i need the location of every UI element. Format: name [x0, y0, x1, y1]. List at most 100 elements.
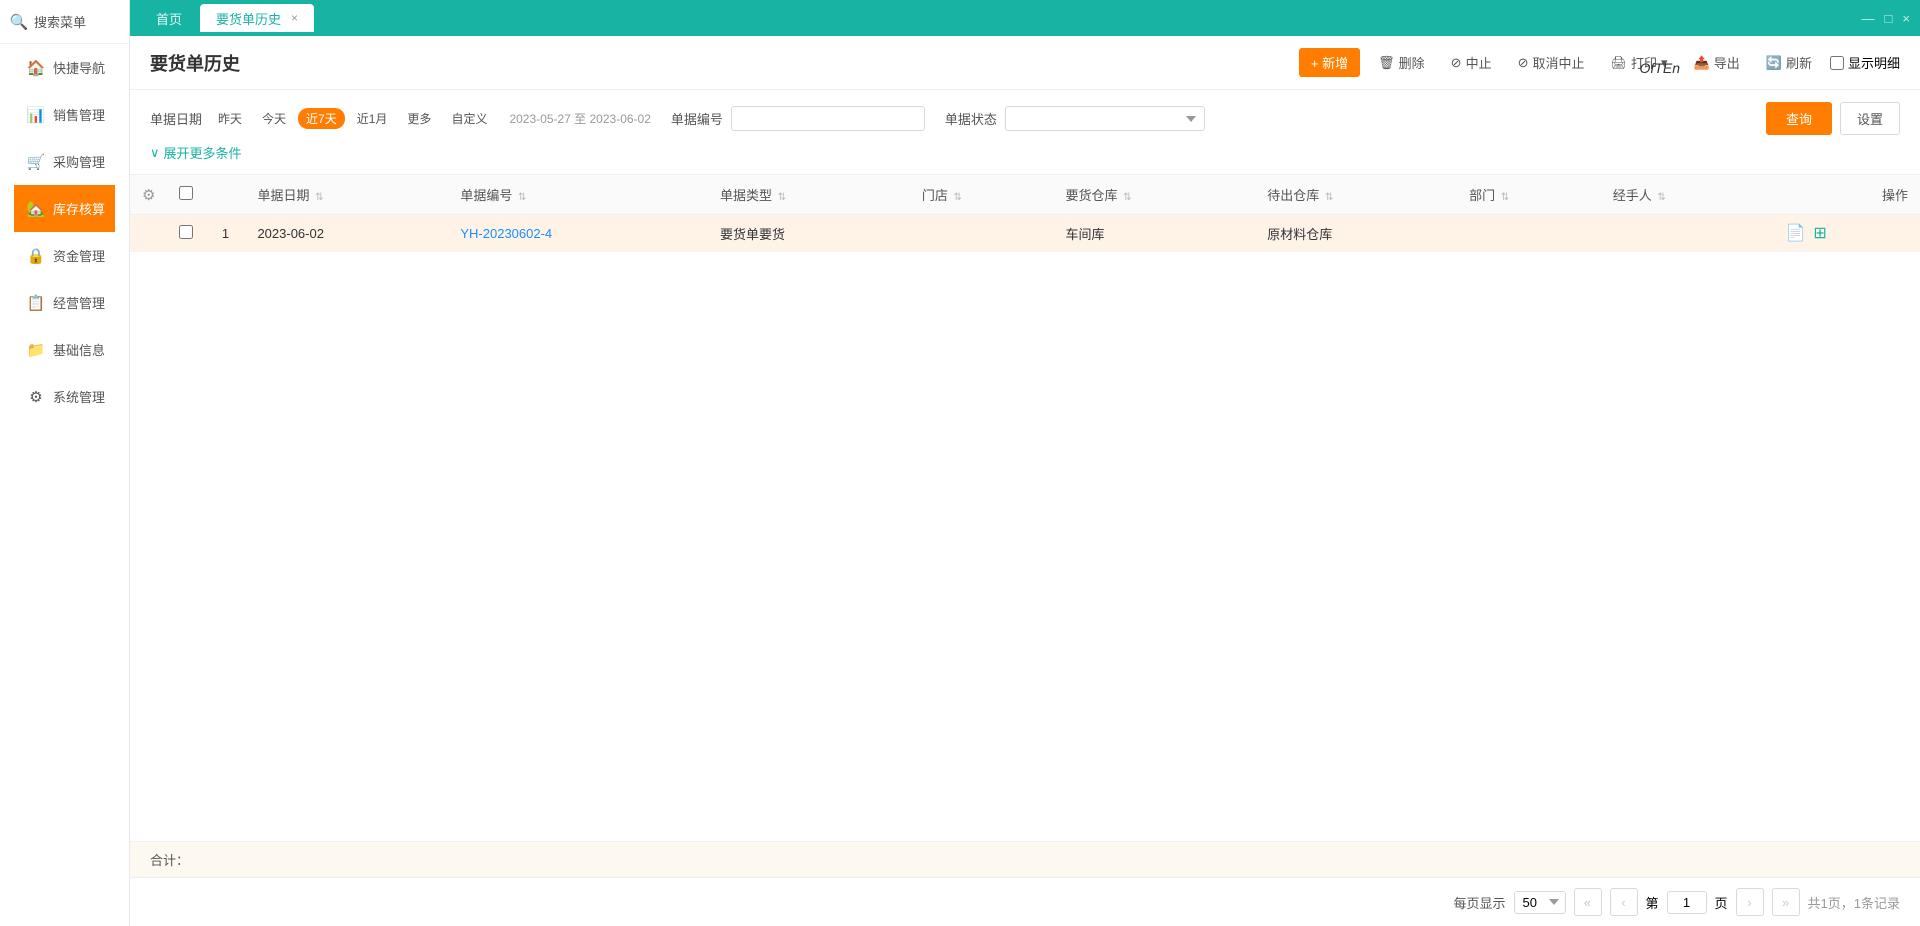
- date-shortcut-更多[interactable]: 更多: [399, 108, 439, 129]
- show-detail-checkbox[interactable]: [1830, 56, 1844, 70]
- col-type-label: 单据类型: [720, 188, 772, 203]
- row-edit-btn-0[interactable]: 📄: [1785, 223, 1805, 243]
- select-all-checkbox[interactable]: [179, 186, 193, 200]
- sidebar-item-quick-nav[interactable]: 🏠快捷导航: [14, 44, 115, 91]
- sidebar-label-purchase: 采购管理: [53, 152, 105, 171]
- sidebar-item-finance[interactable]: 🔒资金管理: [14, 232, 115, 279]
- stop-icon: ⊘: [1451, 55, 1462, 71]
- sidebar-label-basic: 基础信息: [53, 340, 105, 359]
- row-store-0: [910, 215, 1054, 252]
- col-type-header[interactable]: 单据类型 ⇅: [708, 175, 910, 215]
- sort-orderno-icon: ⇅: [518, 192, 526, 203]
- sidebar-item-system[interactable]: ⚙系统管理: [14, 373, 115, 420]
- col-req-warehouse-label: 要货仓库: [1065, 188, 1117, 203]
- col-req-warehouse-header[interactable]: 要货仓库 ⇅: [1053, 175, 1255, 215]
- sidebar-item-basic[interactable]: 📁 基础信息: [14, 326, 115, 373]
- sidebar-label-operations: 经营管理: [53, 293, 105, 312]
- table-settings-icon[interactable]: ⚙: [142, 187, 155, 204]
- pagination-bar: 每页显示 2050100200 « ‹ 第 1 页 › » 共1页，1条记录: [130, 877, 1920, 926]
- row-date-0: 2023-06-02: [245, 215, 448, 252]
- data-table: ⚙ 单据日期 ⇅ 单据编号: [130, 175, 1920, 252]
- table-header-row: ⚙ 单据日期 ⇅ 单据编号: [130, 175, 1920, 215]
- sort-handler-icon: ⇅: [1657, 192, 1665, 203]
- row-checkbox-0[interactable]: [167, 215, 205, 252]
- col-actions-header: 操作: [1773, 175, 1920, 215]
- table-area: ⚙ 单据日期 ⇅ 单据编号: [130, 175, 1920, 841]
- chevron-down-icon: ∨: [150, 145, 160, 161]
- sidebar: 🔍 搜索菜单 🏠快捷导航📊销售管理 🛒 采购管理 🏡库存核算🔒资金管理📋经营管理 📁 基础…: [0, 0, 130, 926]
- window-close-btn[interactable]: ×: [1902, 11, 1910, 26]
- page-input[interactable]: 1: [1667, 891, 1707, 914]
- page-title: 要货单历史: [150, 50, 240, 76]
- sidebar-item-purchase[interactable]: 🛒 采购管理: [14, 138, 115, 185]
- sidebar-label-system: 系统管理: [53, 387, 105, 406]
- row-actions-0: 📄 ⊞: [1773, 215, 1920, 252]
- tab-active[interactable]: 要货单历史 ×: [200, 4, 314, 32]
- basic-icon: 📁: [27, 341, 45, 359]
- status-label: 单据状态: [945, 109, 997, 128]
- sidebar-label-finance: 资金管理: [53, 246, 105, 265]
- col-checkbox-header[interactable]: [167, 175, 205, 215]
- col-orderno-header[interactable]: 单据编号 ⇅: [448, 175, 708, 215]
- status-select[interactable]: [1005, 106, 1205, 131]
- stop-btn[interactable]: ⊘ 中止: [1443, 49, 1500, 76]
- new-btn[interactable]: + 新增: [1299, 48, 1360, 77]
- content-area: 要货单历史 + 新增 🗑 删除 ⊘ 中止 ⊘ 取消中止: [130, 36, 1920, 926]
- status-filter: 单据状态: [945, 106, 1205, 131]
- row-delete-btn-0[interactable]: ⊞: [1813, 223, 1826, 243]
- refresh-icon: 🔄: [1766, 55, 1782, 71]
- show-detail-toggle[interactable]: 显示明细: [1830, 53, 1900, 72]
- col-store-header[interactable]: 门店 ⇅: [910, 175, 1054, 215]
- export-btn[interactable]: 📤 导出: [1686, 49, 1748, 76]
- row-orderno-0[interactable]: YH-20230602-4: [448, 215, 708, 252]
- tab-close-btn[interactable]: ×: [291, 11, 298, 25]
- sidebar-item-sales[interactable]: 📊销售管理: [14, 91, 115, 138]
- delete-btn[interactable]: 🗑 删除: [1370, 49, 1433, 76]
- refresh-btn[interactable]: 🔄 刷新: [1758, 49, 1820, 76]
- delete-icon: 🗑: [1378, 55, 1395, 71]
- sidebar-item-inventory[interactable]: 🏡库存核算: [14, 185, 115, 232]
- export-icon: 📤: [1694, 55, 1710, 71]
- sidebar-search-label: 搜索菜单: [34, 12, 86, 31]
- purchase-icon: 🛒: [27, 153, 45, 171]
- filter-area: 单据日期 昨天今天近7天近1月更多自定义 2023-05-27 至 2023-0…: [130, 90, 1920, 175]
- col-pending-warehouse-header[interactable]: 待出仓库 ⇅: [1255, 175, 1457, 215]
- col-settings[interactable]: ⚙: [130, 175, 167, 215]
- query-btn[interactable]: 查询: [1766, 102, 1832, 135]
- sort-type-icon: ⇅: [778, 192, 786, 203]
- date-shortcut-昨天[interactable]: 昨天: [210, 108, 250, 129]
- main-area: 首页 要货单历史 × — □ × 要货单历史 + 新增 🗑 删除: [130, 0, 1920, 926]
- last-page-btn[interactable]: »: [1772, 888, 1800, 916]
- col-date-label: 单据日期: [257, 188, 309, 203]
- sales-icon: 📊: [27, 106, 45, 124]
- date-shortcut-自定义[interactable]: 自定义: [443, 108, 495, 129]
- page-end-label: 页: [1715, 893, 1728, 912]
- cancel-stop-icon: ⊘: [1518, 55, 1529, 71]
- window-maximize-btn[interactable]: □: [1885, 11, 1893, 26]
- row-orderno-link-0[interactable]: YH-20230602-4: [460, 226, 552, 241]
- order-no-input[interactable]: [731, 106, 925, 131]
- cancel-stop-btn[interactable]: ⊘ 取消中止: [1510, 49, 1593, 76]
- expand-more-btn[interactable]: ∨ 展开更多条件: [150, 143, 1900, 162]
- row-select-0[interactable]: [179, 225, 193, 239]
- per-page-select[interactable]: 2050100200: [1514, 891, 1566, 914]
- home-tab-label: 首页: [156, 9, 182, 28]
- tab-bar-right: — □ ×: [1862, 11, 1910, 26]
- col-department-header[interactable]: 部门 ⇅: [1457, 175, 1601, 215]
- order-no-label: 单据编号: [671, 109, 723, 128]
- first-page-btn[interactable]: «: [1574, 888, 1602, 916]
- prev-page-btn[interactable]: ‹: [1610, 888, 1638, 916]
- date-shortcut-近1月[interactable]: 近1月: [349, 108, 396, 129]
- tab-home[interactable]: 首页: [140, 4, 198, 32]
- filter-row: 单据日期 昨天今天近7天近1月更多自定义 2023-05-27 至 2023-0…: [150, 102, 1900, 135]
- date-shortcut-今天[interactable]: 今天: [254, 108, 294, 129]
- settings-filter-btn[interactable]: 设置: [1840, 102, 1900, 135]
- next-page-btn[interactable]: ›: [1736, 888, 1764, 916]
- window-minimize-btn[interactable]: —: [1862, 11, 1875, 26]
- col-handler-header[interactable]: 经手人 ⇅: [1601, 175, 1774, 215]
- footer-total-label: 合计：: [150, 850, 189, 869]
- date-shortcut-近7天[interactable]: 近7天: [298, 108, 345, 129]
- sidebar-search[interactable]: 🔍 搜索菜单: [0, 0, 129, 44]
- sidebar-item-operations[interactable]: 📋经营管理: [14, 279, 115, 326]
- col-date-header[interactable]: 单据日期 ⇅: [245, 175, 448, 215]
